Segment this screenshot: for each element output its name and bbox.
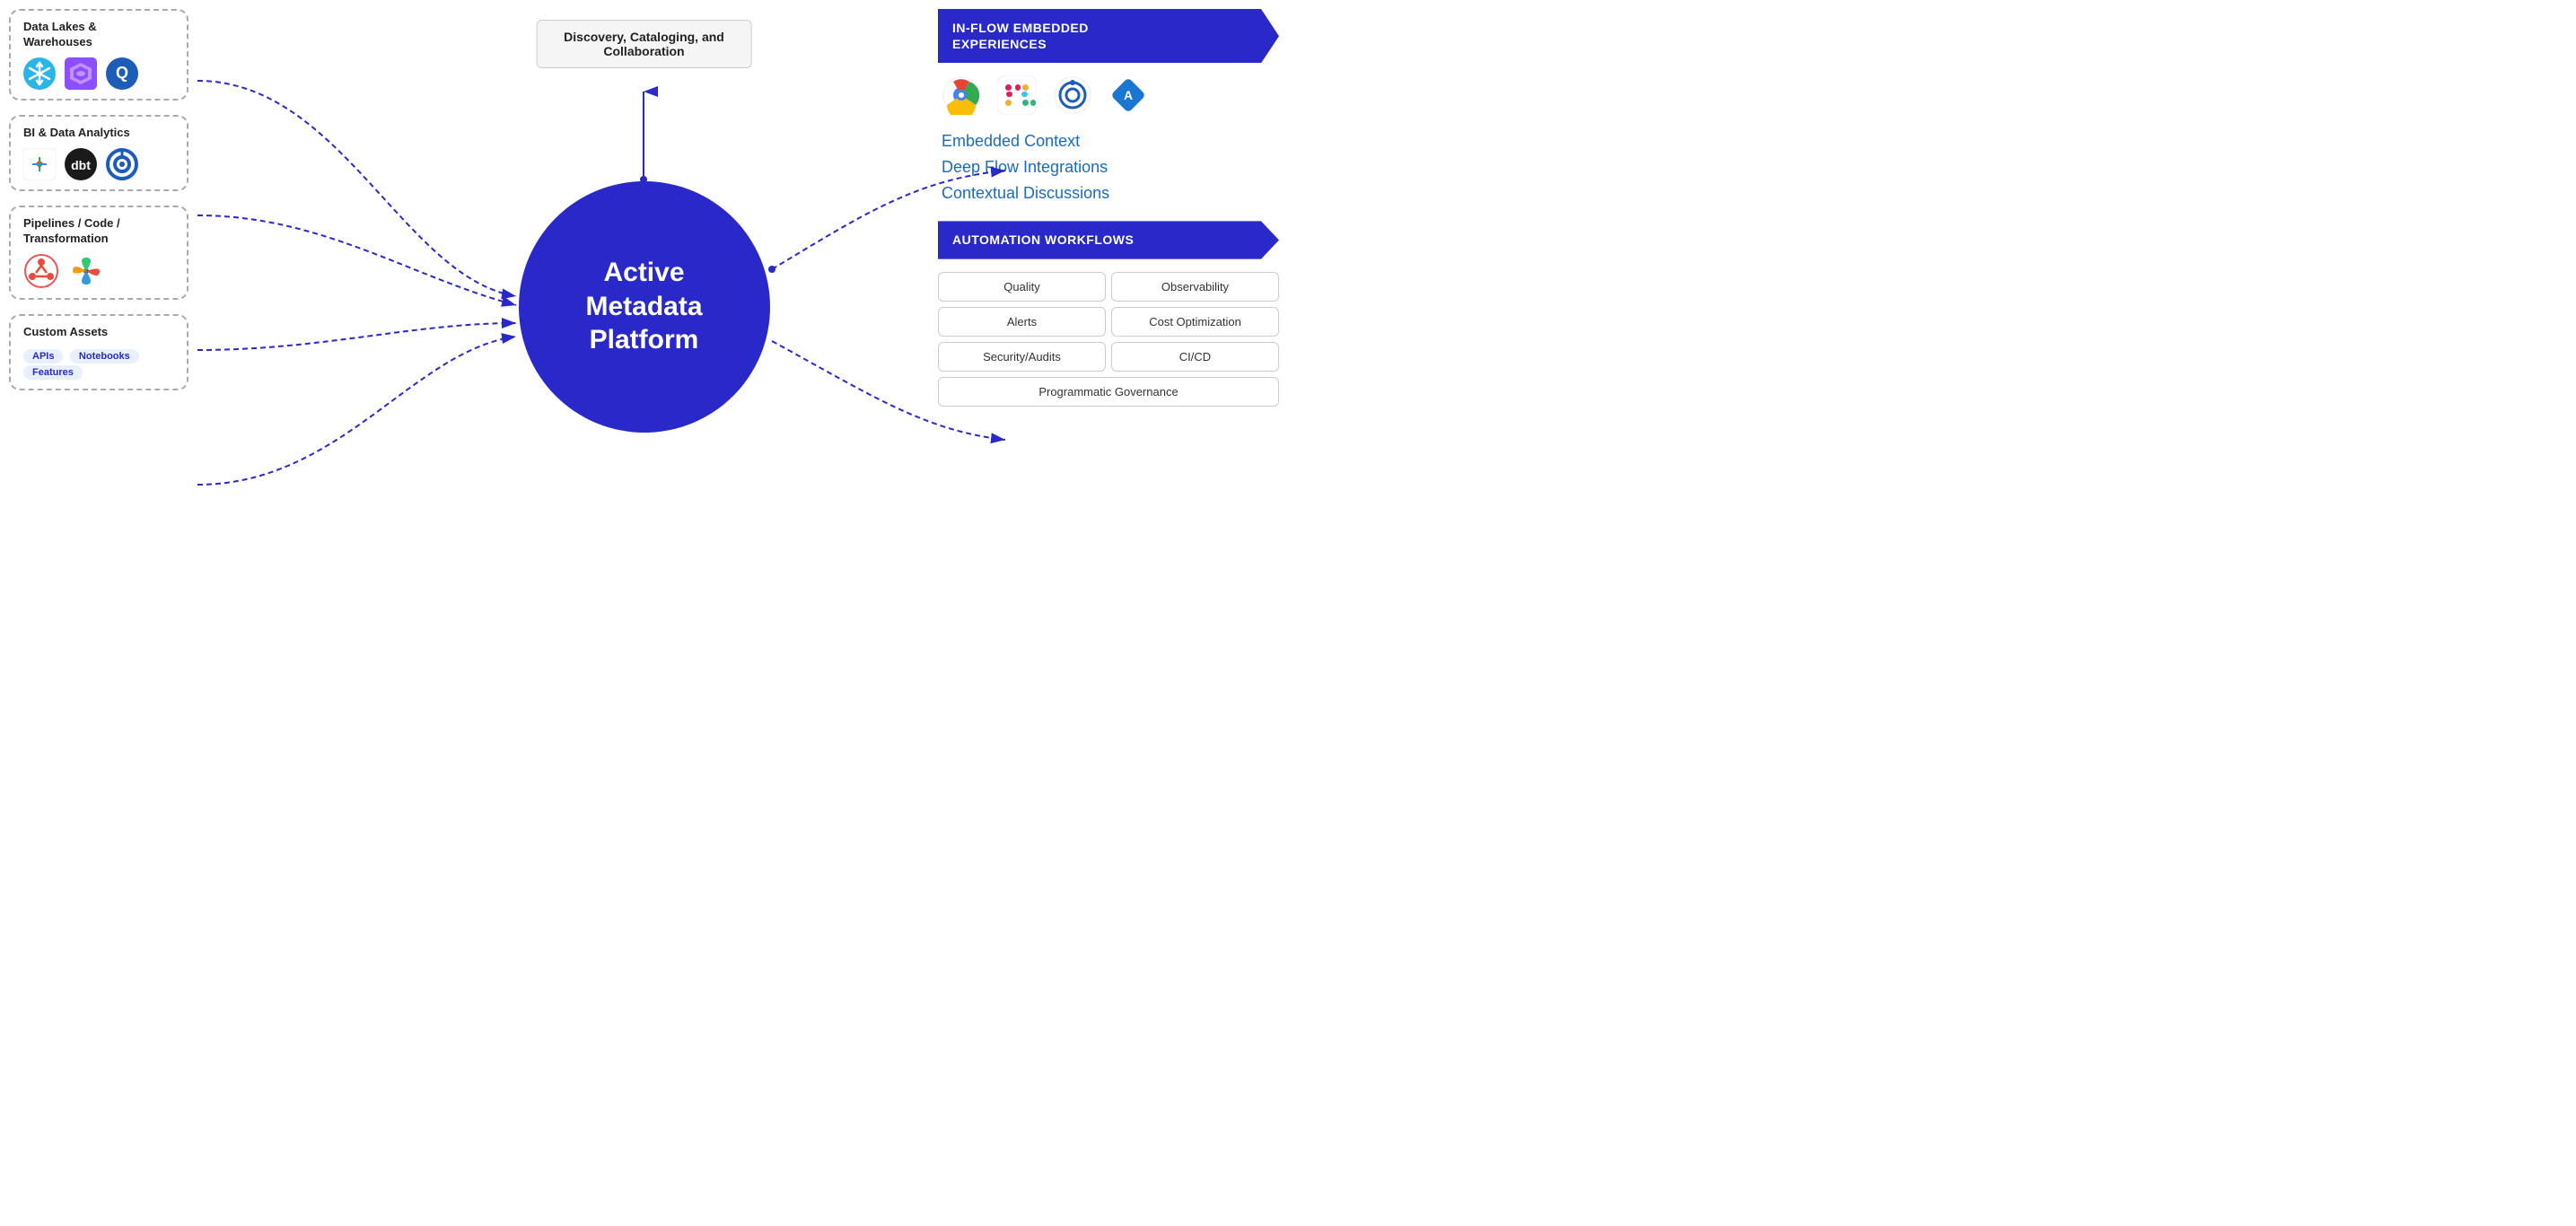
automation-banner: AUTOMATION WORKFLOWS (938, 221, 1279, 258)
data-lakes-title: Data Lakes &Warehouses (23, 20, 174, 50)
embedded-banner-text: IN-FLOW EMBEDDEDEXPERIENCES (952, 21, 1089, 51)
center-circle-text: Active Metadata Platform (585, 256, 702, 357)
contextual-discussions-link[interactable]: Contextual Discussions (942, 184, 1279, 203)
svg-text:A: A (1124, 88, 1133, 102)
data-lakes-icons: Q (23, 57, 174, 90)
chrome-icon (942, 75, 981, 119)
auto-cost: Cost Optimization (1111, 307, 1279, 337)
embedded-banner: IN-FLOW EMBEDDEDEXPERIENCES (938, 9, 1279, 63)
atlan-diamond-icon: A (1108, 75, 1148, 119)
center-line2: Metadata (585, 292, 702, 321)
atlan-q-icon: Q (106, 57, 138, 90)
top-center-title: Discovery, Cataloging, andCollaboration (564, 30, 724, 58)
tag-features: Features (23, 365, 83, 380)
dbt-icon: dbt (65, 148, 97, 180)
center-line1: Active (603, 258, 684, 287)
top-center-box: Discovery, Cataloging, andCollaboration (536, 20, 752, 68)
source-box-data-lakes: Data Lakes &Warehouses (9, 9, 188, 101)
tag-apis: APIs (23, 349, 63, 363)
svg-text:dbt: dbt (71, 158, 91, 172)
main-container: Discovery, Cataloging, andCollaboration … (0, 0, 1288, 613)
automation-grid: Quality Observability Alerts Cost Optimi… (938, 272, 1279, 407)
auto-governance: Programmatic Governance (938, 377, 1279, 407)
pipelines-title: Pipelines / Code /Transformation (23, 216, 174, 247)
bi-icons: ✦ dbt (23, 148, 174, 180)
airflow-icon (23, 253, 59, 289)
embedded-context-link[interactable]: Embedded Context (942, 132, 1279, 151)
center-circle: Active Metadata Platform (519, 181, 770, 433)
deep-flow-link[interactable]: Deep Flow Integrations (942, 158, 1279, 177)
auto-observability: Observability (1111, 272, 1279, 302)
custom-tags: APIs Notebooks Features (23, 347, 174, 380)
svg-text:Q: Q (116, 64, 128, 82)
pipelines-icons (23, 253, 174, 289)
left-column: Data Lakes &Warehouses (9, 9, 188, 405)
tag-notebooks: Notebooks (70, 349, 139, 363)
pinwheel-icon (68, 253, 104, 289)
auto-security: Security/Audits (938, 342, 1106, 372)
snowflake-icon (23, 57, 56, 90)
source-box-bi: BI & Data Analytics ✦ dbt (9, 115, 188, 191)
bi-title: BI & Data Analytics (23, 126, 174, 141)
auto-alerts: Alerts (938, 307, 1106, 337)
custom-title: Custom Assets (23, 325, 174, 340)
jira-cycle-icon (1053, 75, 1092, 119)
app-icons-row: A (938, 75, 1279, 119)
source-box-pipelines: Pipelines / Code /Transformation (9, 206, 188, 301)
source-box-custom: Custom Assets APIs Notebooks Features (9, 314, 188, 390)
center-line3: Platform (590, 325, 699, 355)
embedded-links: Embedded Context Deep Flow Integrations … (938, 132, 1279, 203)
looker-icon: ✦ (23, 148, 56, 180)
automation-banner-text: AUTOMATION WORKFLOWS (952, 232, 1134, 247)
redshift-icon (65, 57, 97, 90)
powerbi-icon (106, 148, 138, 180)
right-column: IN-FLOW EMBEDDEDEXPERIENCES (938, 9, 1279, 407)
auto-cicd: CI/CD (1111, 342, 1279, 372)
slack-icon (997, 75, 1037, 119)
auto-quality: Quality (938, 272, 1106, 302)
